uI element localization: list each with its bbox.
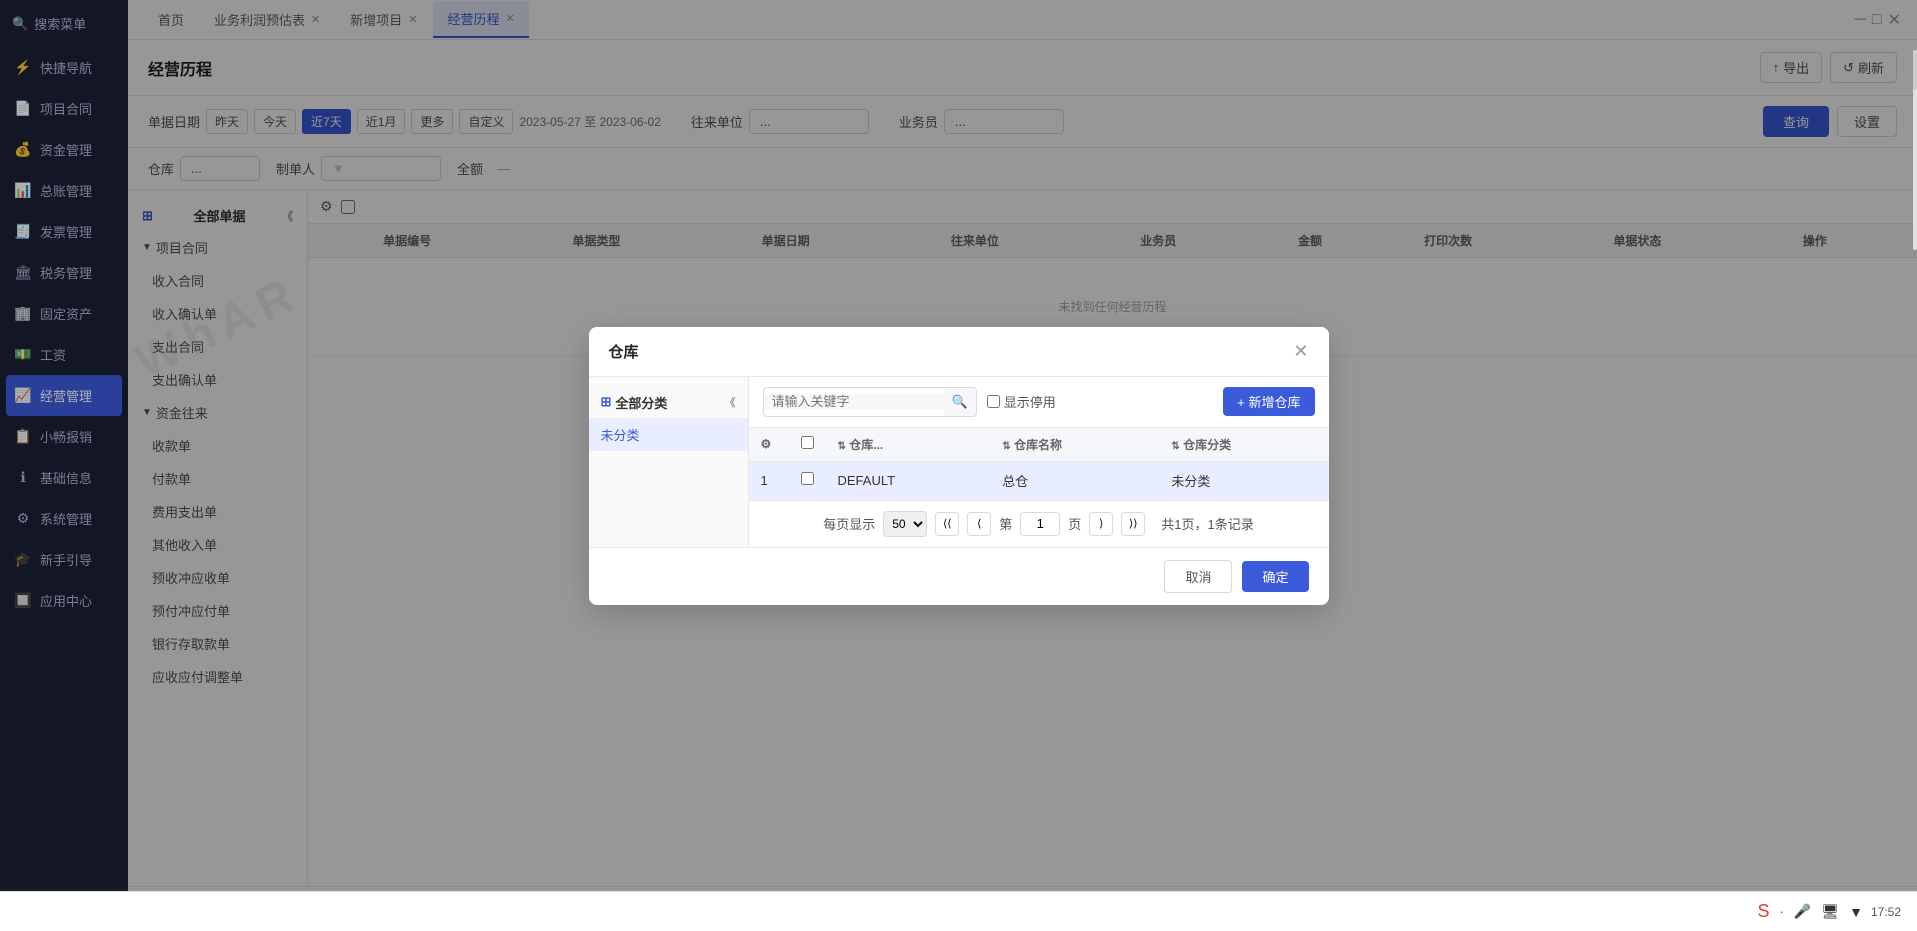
settings-icon: ⚙ [761, 437, 772, 451]
taskbar: S · 🎤 🖥 ▼ 17:52 [0, 891, 1917, 931]
modal-last-btn[interactable]: ⟩⟩ [1121, 512, 1145, 536]
col-modal-name[interactable]: ⇅ 仓库名称 [990, 428, 1159, 462]
modal-toolbar: 🔍 显示停用 + 新增仓库 [749, 377, 1329, 428]
grid-icon2: ⊞ [601, 394, 612, 410]
modal-page-suffix: 页 [1068, 514, 1081, 533]
sort-icon3: ⇅ [1171, 441, 1179, 452]
modal-first-btn[interactable]: ⟨⟨ [935, 512, 959, 536]
modal-sidebar-unclassified[interactable]: 未分类 [589, 418, 748, 451]
modal-next-btn[interactable]: ⟩ [1089, 512, 1113, 536]
sort-icon2: ⇅ [1002, 441, 1010, 452]
taskbar-icon-filter[interactable]: ▼ [1849, 904, 1863, 920]
add-warehouse-button[interactable]: + 新增仓库 [1223, 387, 1314, 416]
show-disabled-checkbox[interactable] [987, 395, 1000, 408]
modal-title: 仓库 [609, 341, 639, 362]
col-modal-code[interactable]: ⇅ 仓库... [826, 428, 991, 462]
modal-search-icon: 🔍 [944, 388, 976, 416]
row-name: 总仓 [990, 461, 1159, 499]
col-category-label: 仓库分类 [1183, 438, 1231, 452]
modal-sidebar-header: ⊞ 全部分类 《 [589, 387, 748, 418]
modal-page-input[interactable] [1020, 512, 1060, 536]
modal-total-label: 共1页，1条记录 [1161, 514, 1253, 533]
show-disabled-checkbox-label[interactable]: 显示停用 [987, 392, 1056, 411]
modal-sidebar: ⊞ 全部分类 《 未分类 [589, 377, 749, 547]
cancel-button[interactable]: 取消 [1164, 560, 1232, 593]
modal-close-button[interactable]: ✕ [1293, 341, 1308, 362]
modal-table-header: ⚙ ⇅ 仓库... ⇅ [749, 428, 1329, 462]
confirm-button[interactable]: 确定 [1242, 561, 1308, 592]
taskbar-icon-dot: · [1780, 904, 1784, 919]
taskbar-time: 17:52 [1871, 905, 1901, 919]
modal-per-page-select[interactable]: 50 [883, 511, 927, 537]
row-checkbox[interactable] [801, 472, 814, 485]
show-disabled-label: 显示停用 [1004, 392, 1056, 411]
row-category: 未分类 [1159, 461, 1328, 499]
modal-prev-btn[interactable]: ⟨ [967, 512, 991, 536]
warehouse-modal: 仓库 ✕ ⊞ 全部分类 《 未分类 [589, 327, 1329, 605]
taskbar-icon-s: S [1758, 901, 1770, 922]
modal-sidebar-collapse-icon[interactable]: 《 [725, 394, 736, 410]
modal-table: ⚙ ⇅ 仓库... ⇅ [749, 428, 1329, 500]
row-code: DEFAULT [826, 461, 991, 499]
modal-table-wrapper: ⚙ ⇅ 仓库... ⇅ [749, 428, 1329, 500]
row-checkbox-cell[interactable] [789, 461, 826, 499]
taskbar-icon-screen[interactable]: 🖥 [1821, 903, 1839, 920]
taskbar-icons: S · 🎤 🖥 ▼ [1758, 901, 1863, 922]
modal-select-all[interactable] [801, 436, 814, 449]
row-index: 1 [749, 461, 789, 499]
modal-sidebar-scroll: 未分类 [589, 418, 748, 451]
col-code-label: 仓库... [849, 438, 883, 452]
modal-footer-actions: 取消 确定 [589, 547, 1329, 605]
modal-page-label: 第 [999, 514, 1012, 533]
modal-per-page-label: 每页显示 [823, 514, 875, 533]
col-modal-checkbox[interactable] [789, 428, 826, 462]
taskbar-icon-mic[interactable]: 🎤 [1794, 903, 1811, 920]
modal-table-body: 1 DEFAULT 总仓 未分类 [749, 461, 1329, 499]
col-modal-category[interactable]: ⇅ 仓库分类 [1159, 428, 1328, 462]
modal-search-input[interactable] [764, 394, 944, 409]
col-modal-settings[interactable]: ⚙ [749, 428, 789, 462]
modal-body: ⊞ 全部分类 《 未分类 🔍 [589, 377, 1329, 547]
modal-search-box: 🔍 [763, 387, 977, 417]
modal-all-category-label[interactable]: 全部分类 [611, 393, 724, 412]
modal-main: 🔍 显示停用 + 新增仓库 ⚙ [749, 377, 1329, 547]
modal-pagination: 每页显示 50 ⟨⟨ ⟨ 第 页 ⟩ ⟩⟩ 共1页，1条记录 [749, 500, 1329, 547]
col-name-label: 仓库名称 [1014, 438, 1062, 452]
table-row[interactable]: 1 DEFAULT 总仓 未分类 [749, 461, 1329, 499]
modal-overlay: 仓库 ✕ ⊞ 全部分类 《 未分类 [0, 0, 1917, 931]
modal-header: 仓库 ✕ [589, 327, 1329, 377]
sort-icon: ⇅ [838, 441, 846, 452]
